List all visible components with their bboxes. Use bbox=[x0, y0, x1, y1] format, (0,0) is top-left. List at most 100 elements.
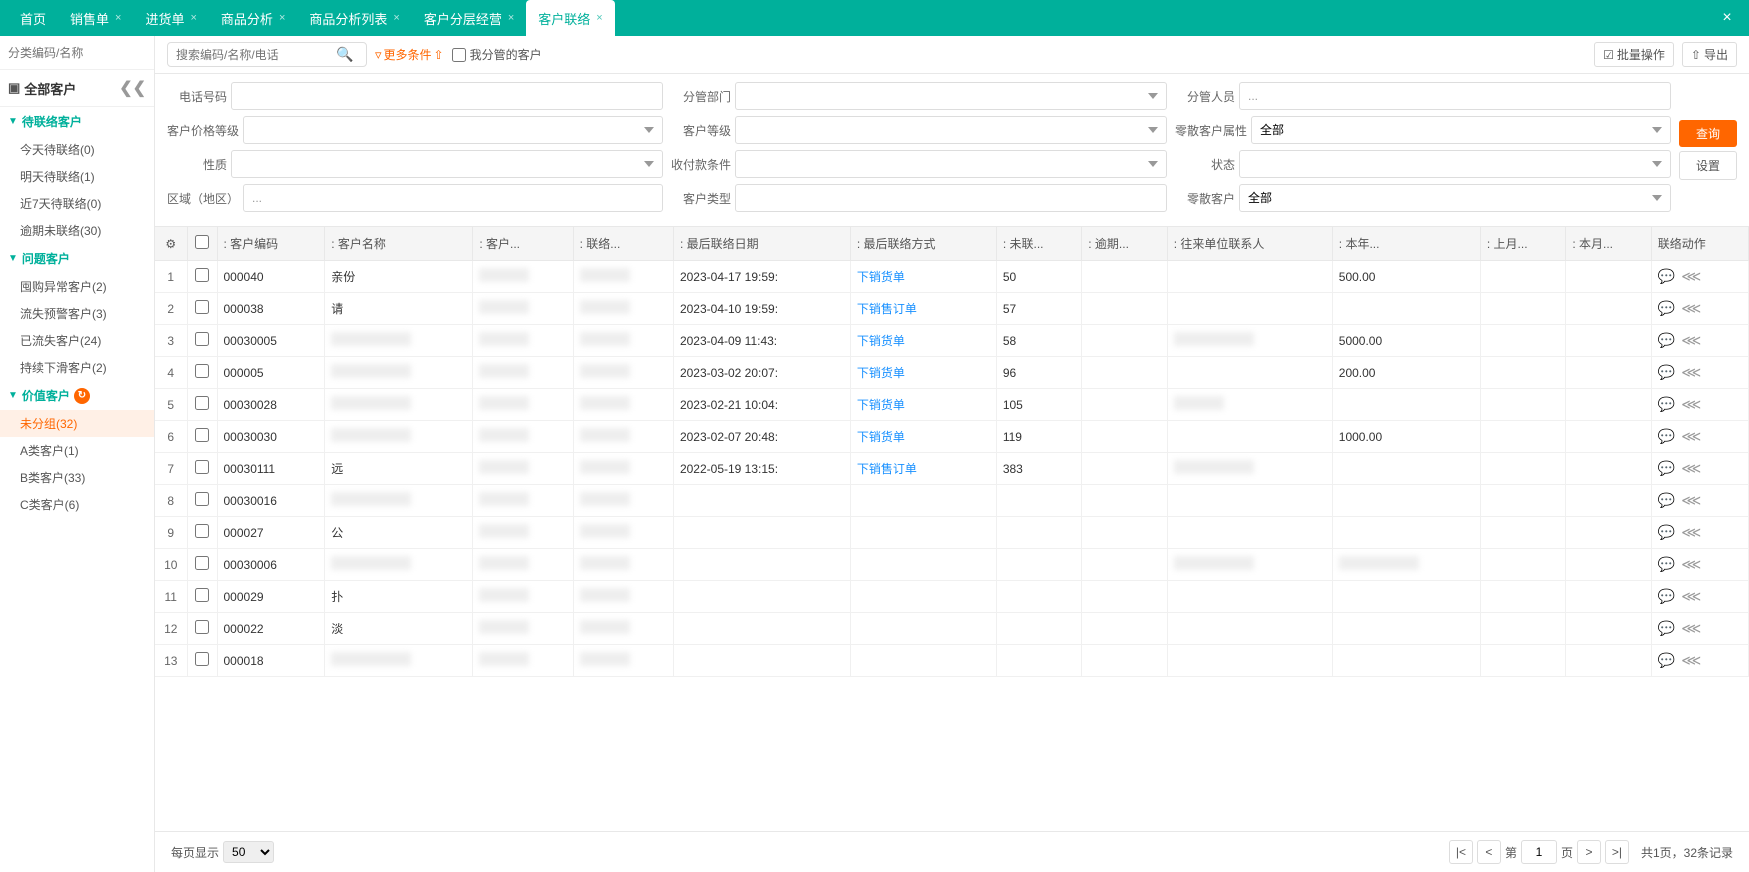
sidebar-item-abnormal[interactable]: 囤购异常客户(2) bbox=[0, 273, 154, 300]
nav-product-analysis-list[interactable]: 商品分析列表 × bbox=[297, 0, 411, 36]
nav-purchase-close[interactable]: × bbox=[190, 12, 196, 24]
grid-action-icon[interactable]: ⋘ bbox=[1681, 396, 1701, 413]
message-icon[interactable]: 💬 bbox=[1658, 364, 1675, 381]
row-checkbox[interactable] bbox=[195, 364, 209, 378]
export-button[interactable]: ⇧ 导出 bbox=[1682, 42, 1737, 67]
grid-action-icon[interactable]: ⋘ bbox=[1681, 300, 1701, 317]
row-checkbox[interactable] bbox=[195, 396, 209, 410]
filter-dept-select[interactable] bbox=[735, 82, 1167, 110]
col-settings[interactable]: ⚙ bbox=[155, 227, 187, 261]
message-icon[interactable]: 💬 bbox=[1658, 396, 1675, 413]
row-checkbox[interactable] bbox=[195, 588, 209, 602]
message-icon[interactable]: 💬 bbox=[1658, 300, 1675, 317]
reset-button[interactable]: 设置 bbox=[1679, 151, 1737, 180]
sidebar-item-ungrouped[interactable]: 未分组(32) bbox=[0, 410, 154, 437]
filter-status-select[interactable] bbox=[1239, 150, 1671, 178]
row-checkbox[interactable] bbox=[195, 268, 209, 282]
nav-customer-contact-close[interactable]: × bbox=[596, 12, 602, 24]
search-input[interactable] bbox=[176, 48, 336, 62]
row-checkbox[interactable] bbox=[195, 428, 209, 442]
last-method-link[interactable]: 下销货单 bbox=[857, 430, 905, 444]
message-icon[interactable]: 💬 bbox=[1658, 428, 1675, 445]
nav-customer-tier-close[interactable]: × bbox=[508, 12, 514, 24]
sidebar-item-churned[interactable]: 已流失客户(24) bbox=[0, 327, 154, 354]
grid-action-icon[interactable]: ⋘ bbox=[1681, 460, 1701, 477]
search-icon[interactable]: 🔍 bbox=[336, 46, 353, 63]
filter-region-dots[interactable]: ... bbox=[243, 184, 663, 212]
sidebar-item-churn-warning[interactable]: 流失预警客户(3) bbox=[0, 300, 154, 327]
sidebar-search-input[interactable] bbox=[8, 46, 155, 60]
last-method-link[interactable]: 下销售订单 bbox=[857, 302, 917, 316]
sidebar-section-pending[interactable]: ▼ 待联络客户 bbox=[0, 107, 154, 136]
grid-action-icon[interactable]: ⋘ bbox=[1681, 620, 1701, 637]
row-checkbox[interactable] bbox=[195, 620, 209, 634]
message-icon[interactable]: 💬 bbox=[1658, 652, 1675, 669]
nav-purchase[interactable]: 进货单 × bbox=[133, 0, 208, 36]
filter-customer-tier-select[interactable] bbox=[735, 116, 1167, 144]
last-method-link[interactable]: 下销货单 bbox=[857, 270, 905, 284]
message-icon[interactable]: 💬 bbox=[1658, 460, 1675, 477]
query-button[interactable]: 查询 bbox=[1679, 120, 1737, 147]
last-method-link[interactable]: 下销货单 bbox=[857, 366, 905, 380]
filter-small-attr-select[interactable]: 全部 bbox=[1251, 116, 1671, 144]
page-size-select[interactable]: 50 20 100 bbox=[223, 841, 274, 863]
nav-home[interactable]: 首页 bbox=[8, 0, 58, 36]
grid-action-icon[interactable]: ⋘ bbox=[1681, 588, 1701, 605]
page-input[interactable] bbox=[1521, 840, 1557, 864]
nav-customer-tier[interactable]: 客户分层经营 × bbox=[412, 0, 526, 36]
sidebar-item-class-a[interactable]: A类客户(1) bbox=[0, 437, 154, 464]
sidebar-item-7days-pending[interactable]: 近7天待联络(0) bbox=[0, 190, 154, 217]
nav-sales[interactable]: 销售单 × bbox=[58, 0, 133, 36]
last-method-link[interactable]: 下销货单 bbox=[857, 398, 905, 412]
last-page-button[interactable]: >| bbox=[1605, 840, 1629, 864]
sidebar-item-class-b[interactable]: B类客户(33) bbox=[0, 464, 154, 491]
sidebar-item-overdue-pending[interactable]: 逾期未联络(30) bbox=[0, 217, 154, 244]
grid-action-icon[interactable]: ⋘ bbox=[1681, 268, 1701, 285]
filter-manager-dots[interactable]: ... bbox=[1239, 82, 1671, 110]
grid-action-icon[interactable]: ⋘ bbox=[1681, 524, 1701, 541]
more-conditions-button[interactable]: ▿ 更多条件 ⇧ bbox=[375, 46, 444, 63]
row-checkbox[interactable] bbox=[195, 652, 209, 666]
row-checkbox[interactable] bbox=[195, 300, 209, 314]
prev-page-button[interactable]: < bbox=[1477, 840, 1501, 864]
sidebar-collapse-button[interactable]: ❮❮ bbox=[119, 78, 146, 98]
nav-product-analysis-close[interactable]: × bbox=[279, 12, 285, 24]
message-icon[interactable]: 💬 bbox=[1658, 524, 1675, 541]
grid-action-icon[interactable]: ⋘ bbox=[1681, 556, 1701, 573]
sidebar-section-value[interactable]: ▼ 价值客户 ↻ bbox=[0, 381, 154, 410]
nav-product-analysis[interactable]: 商品分析 × bbox=[209, 0, 297, 36]
grid-action-icon[interactable]: ⋘ bbox=[1681, 492, 1701, 509]
batch-operation-button[interactable]: ☑ 批量操作 bbox=[1594, 42, 1674, 67]
grid-action-icon[interactable]: ⋘ bbox=[1681, 332, 1701, 349]
filter-nature-select[interactable] bbox=[231, 150, 663, 178]
message-icon[interactable]: 💬 bbox=[1658, 620, 1675, 637]
last-method-link[interactable]: 下销货单 bbox=[857, 334, 905, 348]
window-close-button[interactable]: × bbox=[1713, 4, 1741, 32]
sidebar-item-tomorrow-pending[interactable]: 明天待联络(1) bbox=[0, 163, 154, 190]
sidebar-item-today-pending[interactable]: 今天待联络(0) bbox=[0, 136, 154, 163]
message-icon[interactable]: 💬 bbox=[1658, 588, 1675, 605]
sidebar-item-class-c[interactable]: C类客户(6) bbox=[0, 491, 154, 518]
grid-action-icon[interactable]: ⋘ bbox=[1681, 364, 1701, 381]
sidebar-item-declining[interactable]: 持续下滑客户(2) bbox=[0, 354, 154, 381]
filter-payment-select[interactable] bbox=[735, 150, 1167, 178]
row-checkbox[interactable] bbox=[195, 460, 209, 474]
filter-customer-type-input[interactable] bbox=[735, 184, 1167, 212]
grid-action-icon[interactable]: ⋘ bbox=[1681, 652, 1701, 669]
row-checkbox[interactable] bbox=[195, 332, 209, 346]
select-all-checkbox[interactable] bbox=[195, 235, 209, 249]
filter-price-tier-select[interactable] bbox=[243, 116, 663, 144]
my-customers-checkbox[interactable] bbox=[452, 48, 466, 62]
grid-action-icon[interactable]: ⋘ bbox=[1681, 428, 1701, 445]
message-icon[interactable]: 💬 bbox=[1658, 556, 1675, 573]
message-icon[interactable]: 💬 bbox=[1658, 268, 1675, 285]
nav-customer-contact[interactable]: 客户联络 × bbox=[526, 0, 614, 36]
sidebar-all-customers[interactable]: ▣ 全部客户 ❮❮ bbox=[0, 70, 154, 107]
next-page-button[interactable]: > bbox=[1577, 840, 1601, 864]
nav-product-analysis-list-close[interactable]: × bbox=[393, 12, 399, 24]
row-checkbox[interactable] bbox=[195, 524, 209, 538]
filter-phone-input[interactable] bbox=[231, 82, 663, 110]
nav-sales-close[interactable]: × bbox=[115, 12, 121, 24]
last-method-link[interactable]: 下销售订单 bbox=[857, 462, 917, 476]
refresh-badge[interactable]: ↻ bbox=[74, 388, 90, 404]
